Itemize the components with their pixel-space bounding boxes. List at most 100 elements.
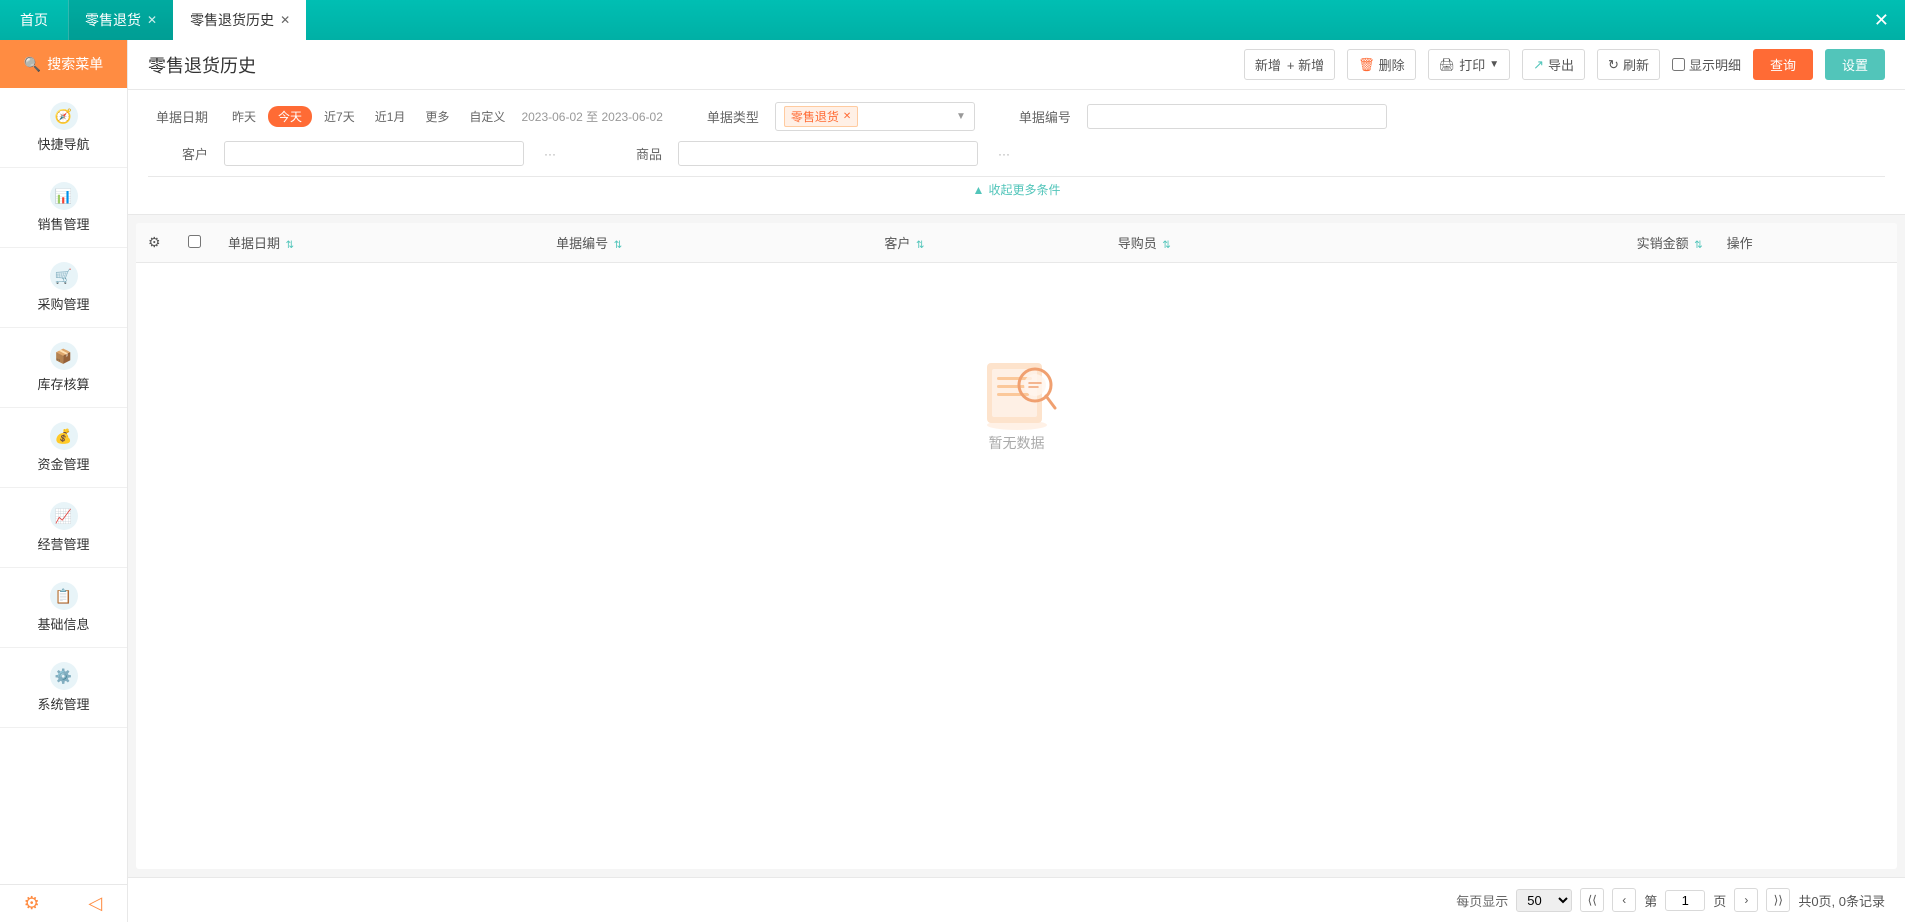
- th-date[interactable]: 单据日期 ⇅: [216, 223, 544, 263]
- total-text: 共0页, 0条记录: [1798, 891, 1885, 910]
- page-size-select[interactable]: 50 100 200: [1516, 889, 1572, 912]
- window-close-button[interactable]: ✕: [1858, 0, 1905, 40]
- doc-type-select[interactable]: 零售退货 ✕ ▼: [775, 102, 975, 131]
- th-date-label: 单据日期: [228, 236, 280, 251]
- tab-retail-return[interactable]: 零售退货 ✕: [68, 0, 173, 40]
- main-layout: 🔍 搜索菜单 🧭 快捷导航 📊 销售管理 🛒 采购管理 📦 库存核算 💰 资金管…: [0, 40, 1905, 922]
- page-size-label: 每页显示: [1456, 891, 1508, 910]
- query-button[interactable]: 查询: [1753, 49, 1813, 80]
- sidebar-item-label-3: 库存核算: [37, 374, 89, 393]
- th-guide-sort-icon: ⇅: [1162, 240, 1170, 251]
- date-btn-1month[interactable]: 近1月: [367, 106, 414, 127]
- filter-row-1: 单据日期 昨天 今天 近7天 近1月 更多 自定义 2023-06-02 至 2…: [148, 102, 1885, 131]
- date-btn-more[interactable]: 更多: [417, 106, 457, 127]
- th-checkbox[interactable]: [176, 223, 216, 263]
- first-page-button[interactable]: ⟨⟨: [1580, 888, 1604, 912]
- collapse-icon: ▲: [973, 183, 985, 197]
- goods-dots: ···: [998, 147, 1010, 161]
- sidebar-item-label-2: 采购管理: [37, 294, 89, 313]
- th-customer[interactable]: 客户 ⇅: [872, 223, 1105, 263]
- page-unit: 页: [1713, 891, 1726, 910]
- delete-button[interactable]: 🗑 删除: [1347, 49, 1416, 80]
- inventory-icon: 📦: [50, 342, 78, 370]
- next-page-button[interactable]: ›: [1734, 888, 1758, 912]
- th-amount-sort-icon: ⇅: [1694, 240, 1702, 251]
- customer-input[interactable]: [224, 141, 524, 166]
- date-controls: 昨天 今天 近7天 近1月 更多 自定义 2023-06-02 至 2023-0…: [224, 106, 663, 127]
- th-doc-num[interactable]: 单据编号 ⇅: [544, 223, 872, 263]
- th-settings[interactable]: ⚙: [136, 223, 176, 263]
- filter-row-2: 客户 ··· 商品 ···: [148, 141, 1885, 166]
- doc-num-input[interactable]: [1087, 104, 1387, 129]
- sidebar-item-sales[interactable]: 📊 销售管理: [0, 168, 127, 248]
- th-guide[interactable]: 导购员 ⇅: [1106, 223, 1387, 263]
- customer-dots: ···: [544, 147, 556, 161]
- refresh-icon: ↻: [1608, 57, 1619, 73]
- date-btn-today[interactable]: 今天: [268, 106, 312, 127]
- th-customer-sort-icon: ⇅: [916, 240, 924, 251]
- doc-type-label: 单据类型: [699, 107, 759, 126]
- tab-close-retail-return-history[interactable]: ✕: [280, 14, 290, 26]
- header-actions: 新增 + 新增 🗑 删除 🖨 打印 ▼ ↗ 导出 ↻: [1244, 49, 1885, 80]
- filter-area: 单据日期 昨天 今天 近7天 近1月 更多 自定义 2023-06-02 至 2…: [128, 90, 1905, 215]
- date-btn-yesterday[interactable]: 昨天: [224, 106, 264, 127]
- export-icon: ↗: [1533, 57, 1544, 73]
- th-doc-num-sort-icon: ⇅: [614, 240, 622, 251]
- basic-info-icon: 📋: [50, 582, 78, 610]
- quick-nav-icon: 🧭: [50, 102, 78, 130]
- date-range-display: 2023-06-02 至 2023-06-02: [521, 108, 662, 125]
- date-btn-7days[interactable]: 近7天: [316, 106, 363, 127]
- empty-text: 暂无数据: [989, 433, 1045, 453]
- date-label: 单据日期: [148, 107, 208, 126]
- th-amount[interactable]: 实销金额 ⇅: [1386, 223, 1714, 263]
- sidebar-item-label-6: 基础信息: [37, 614, 89, 633]
- select-all-checkbox[interactable]: [188, 235, 201, 248]
- sidebar-item-operations[interactable]: 📈 经营管理: [0, 488, 127, 568]
- show-detail-input[interactable]: [1672, 58, 1685, 71]
- new-icon: 新增: [1255, 55, 1281, 74]
- sales-icon: 📊: [50, 182, 78, 210]
- sidebar-item-label-1: 销售管理: [37, 214, 89, 233]
- tab-close-retail-return[interactable]: ✕: [147, 14, 157, 26]
- settings-button[interactable]: 设置: [1825, 49, 1885, 80]
- data-table: ⚙ 单据日期 ⇅ 单据编号 ⇅: [136, 223, 1897, 533]
- goods-input[interactable]: [678, 141, 978, 166]
- sidebar-item-basic-info[interactable]: 📋 基础信息: [0, 568, 127, 648]
- tab-home[interactable]: 首页: [0, 0, 68, 40]
- sidebar-item-system[interactable]: ⚙️ 系统管理: [0, 648, 127, 728]
- th-customer-label: 客户: [884, 236, 910, 251]
- customer-label: 客户: [148, 144, 208, 163]
- sidebar-item-purchase[interactable]: 🛒 采购管理: [0, 248, 127, 328]
- sidebar-item-finance[interactable]: 💰 资金管理: [0, 408, 127, 488]
- delete-icon: 🗑: [1358, 57, 1375, 73]
- print-button[interactable]: 🖨 打印 ▼: [1428, 49, 1510, 80]
- refresh-button[interactable]: ↻ 刷新: [1597, 49, 1660, 80]
- print-icon: 🖨: [1439, 57, 1456, 73]
- sidebar-item-label-0: 快捷导航: [37, 134, 89, 153]
- tab-bar: 首页 零售退货 ✕ 零售退货历史 ✕ ✕: [0, 0, 1905, 40]
- pagination-bar: 每页显示 50 100 200 ⟨⟨ ‹ 第 1 页 › ⟩⟩ 共0页, 0条记…: [128, 877, 1905, 922]
- settings-icon: ⚙: [148, 234, 161, 250]
- content-area: 零售退货历史 新增 + 新增 🗑 删除 🖨 打印 ▼ ↗ 导出: [128, 40, 1905, 922]
- sidebar-search[interactable]: 🔍 搜索菜单: [0, 40, 127, 88]
- new-button[interactable]: 新增 + 新增: [1244, 49, 1335, 80]
- sidebar-item-label-5: 经营管理: [37, 534, 89, 553]
- sidebar-settings-button[interactable]: ⚙: [0, 893, 64, 914]
- sidebar-item-quick-nav[interactable]: 🧭 快捷导航: [0, 88, 127, 168]
- prev-page-button[interactable]: ‹: [1612, 888, 1636, 912]
- tab-retail-return-history[interactable]: 零售退货历史 ✕: [173, 0, 306, 40]
- th-action: 操作: [1715, 223, 1897, 263]
- show-detail-checkbox[interactable]: 显示明细: [1672, 55, 1741, 74]
- doc-type-tag-close[interactable]: ✕: [843, 111, 851, 122]
- collapse-bar[interactable]: ▲ 收起更多条件: [148, 176, 1885, 202]
- export-button[interactable]: ↗ 导出: [1522, 49, 1585, 80]
- page-number-input[interactable]: 1: [1665, 890, 1705, 911]
- date-btn-custom[interactable]: 自定义: [461, 106, 513, 127]
- sidebar-collapse-button[interactable]: ◁: [64, 893, 128, 914]
- sidebar-item-inventory[interactable]: 📦 库存核算: [0, 328, 127, 408]
- th-guide-label: 导购员: [1118, 236, 1157, 251]
- sidebar: 🔍 搜索菜单 🧭 快捷导航 📊 销售管理 🛒 采购管理 📦 库存核算 💰 资金管…: [0, 40, 128, 922]
- doc-type-tag: 零售退货 ✕: [784, 106, 858, 127]
- last-page-button[interactable]: ⟩⟩: [1766, 888, 1790, 912]
- th-action-label: 操作: [1727, 236, 1753, 251]
